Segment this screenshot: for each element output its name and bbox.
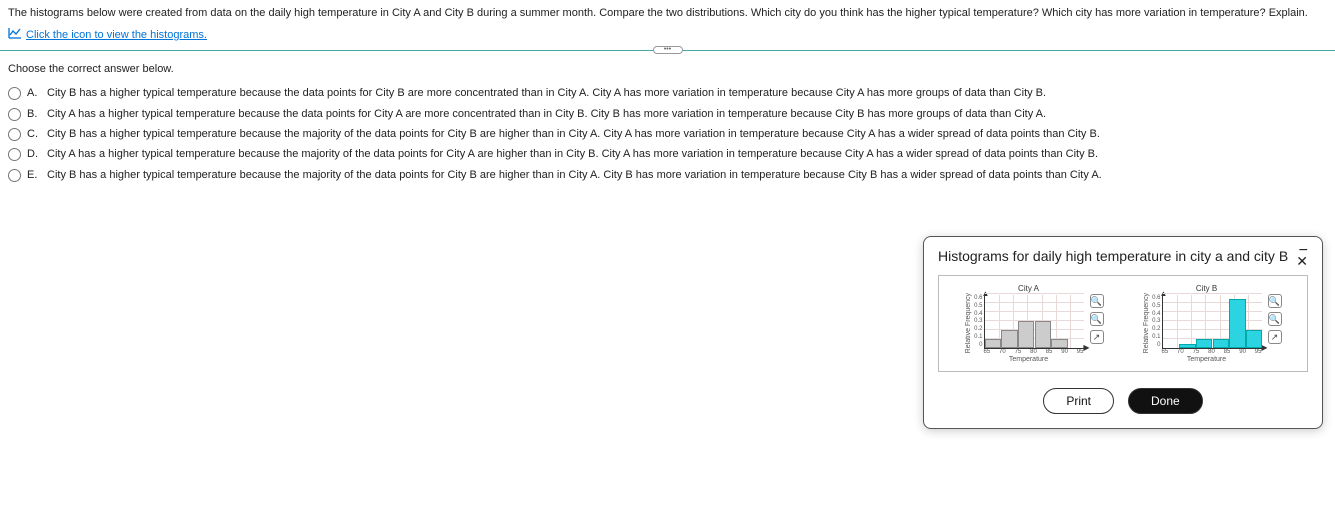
xticks-b: 65707580859095 <box>1162 349 1262 355</box>
choice-letter: C. <box>27 127 41 141</box>
radio-c[interactable] <box>8 128 21 141</box>
xticks-a: 65707580859095 <box>984 349 1084 355</box>
ylabel-a: Relative Frequency <box>965 293 972 353</box>
xlabel-a: Temperature <box>974 356 1084 363</box>
bar <box>1018 321 1035 348</box>
bar <box>1246 330 1263 348</box>
choice-text: City B has a higher typical temperature … <box>47 86 1046 100</box>
radio-e[interactable] <box>8 169 21 182</box>
choice-letter: A. <box>27 86 41 100</box>
open-new-icon[interactable]: ↗ <box>1268 330 1282 344</box>
zoom-out-icon[interactable]: 🔍 <box>1090 312 1104 326</box>
print-button[interactable]: Print <box>1043 388 1114 414</box>
choice-text: City B has a higher typical temperature … <box>47 127 1100 141</box>
radio-b[interactable] <box>8 108 21 121</box>
bar <box>1179 344 1196 349</box>
histogram-popup: Histograms for daily high temperature in… <box>923 236 1323 429</box>
chart-title-a: City A <box>974 284 1084 293</box>
choice-b[interactable]: B. City A has a higher typical temperatu… <box>8 104 1327 124</box>
choice-text: City A has a higher typical temperature … <box>47 147 1098 161</box>
popup-title: Histograms for daily high temperature in… <box>938 247 1290 265</box>
axes-b: 0.60.50.40.30.20.10 ▲ ▶ <box>1162 295 1262 349</box>
choice-text: City B has a higher typical temperature … <box>47 168 1102 182</box>
charts-frame: Relative Frequency City A 0.60.50.40.30.… <box>938 275 1308 372</box>
expand-handle[interactable]: ••• <box>653 46 683 54</box>
chart-title-b: City B <box>1152 284 1262 293</box>
answer-prompt: Choose the correct answer below. <box>0 53 1335 83</box>
choice-letter: E. <box>27 168 41 182</box>
zoom-in-icon[interactable]: 🔍 <box>1268 294 1282 308</box>
open-new-icon[interactable]: ↗ <box>1090 330 1104 344</box>
choice-c[interactable]: C. City B has a higher typical temperatu… <box>8 124 1327 144</box>
choice-a[interactable]: A. City B has a higher typical temperatu… <box>8 83 1327 103</box>
yticks-b: 0.60.50.40.30.20.10 <box>1151 295 1161 348</box>
close-icon[interactable]: ✕ <box>1296 255 1308 267</box>
yticks-a: 0.60.50.40.30.20.10 <box>973 295 983 348</box>
chart-icon <box>8 27 22 42</box>
bar <box>1001 330 1018 348</box>
bar <box>1229 299 1246 349</box>
bar <box>1213 339 1230 348</box>
radio-d[interactable] <box>8 148 21 161</box>
xlabel-b: Temperature <box>1152 356 1262 363</box>
choice-letter: D. <box>27 147 41 161</box>
chart-city-b: Relative Frequency City B 0.60.50.40.30.… <box>1143 284 1282 363</box>
radio-a[interactable] <box>8 87 21 100</box>
bar <box>1196 339 1213 348</box>
choice-letter: B. <box>27 107 41 121</box>
choice-d[interactable]: D. City A has a higher typical temperatu… <box>8 144 1327 164</box>
view-histograms-link[interactable]: Click the icon to view the histograms. <box>26 29 207 41</box>
bar <box>1035 321 1052 348</box>
bar <box>985 339 1002 348</box>
zoom-in-icon[interactable]: 🔍 <box>1090 294 1104 308</box>
done-button[interactable]: Done <box>1128 388 1203 414</box>
chart-city-a: Relative Frequency City A 0.60.50.40.30.… <box>965 284 1104 363</box>
histogram-link-row: Click the icon to view the histograms. <box>0 25 1335 48</box>
ylabel-b: Relative Frequency <box>1143 293 1150 353</box>
question-text: The histograms below were created from d… <box>0 0 1335 25</box>
choice-text: City A has a higher typical temperature … <box>47 107 1046 121</box>
choices-group: A. City B has a higher typical temperatu… <box>0 83 1335 184</box>
bar <box>1051 339 1068 348</box>
axes-a: 0.60.50.40.30.20.10 ▲ ▶ <box>984 295 1084 349</box>
choice-e[interactable]: E. City B has a higher typical temperatu… <box>8 165 1327 185</box>
zoom-out-icon[interactable]: 🔍 <box>1268 312 1282 326</box>
